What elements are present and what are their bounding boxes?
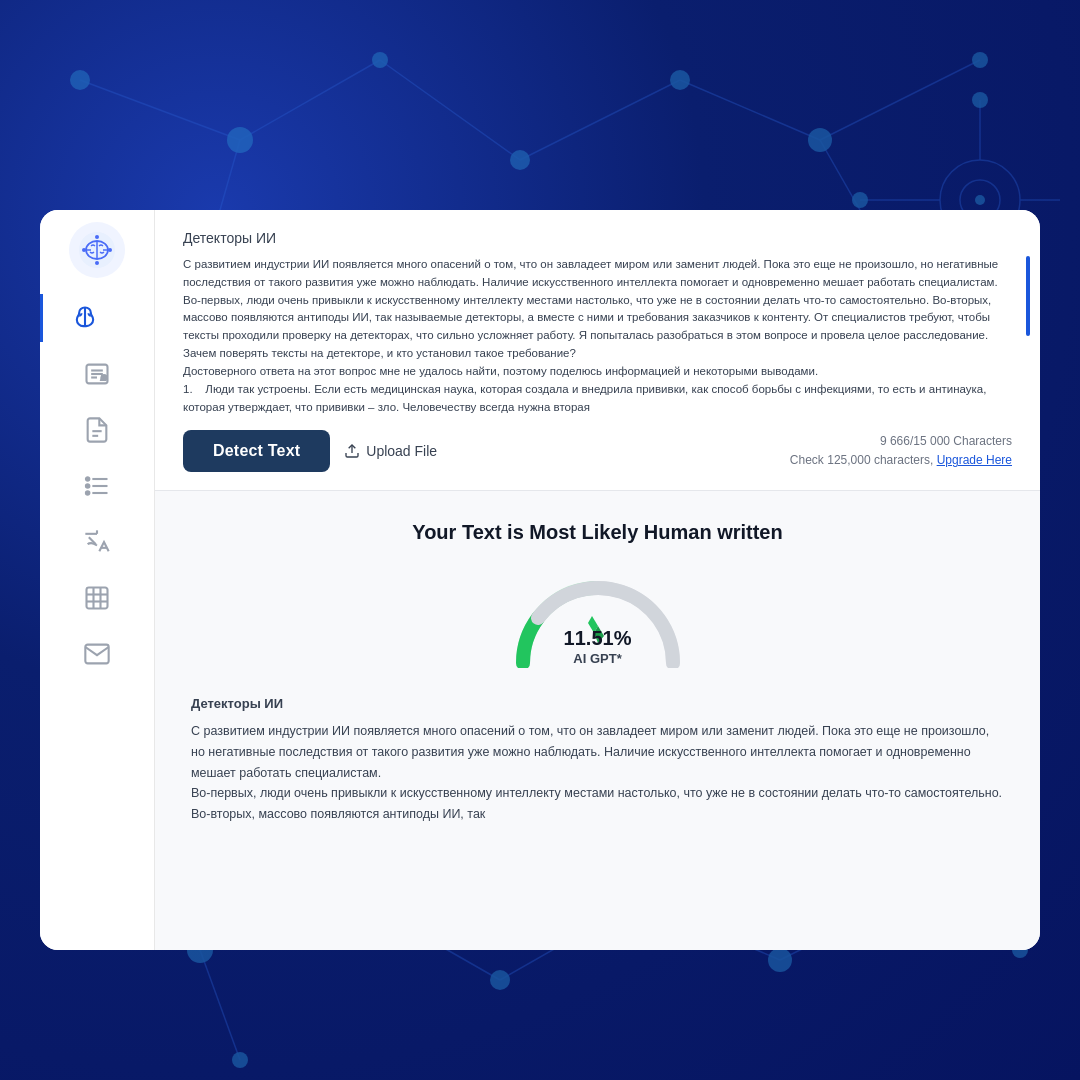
sidebar-item-email[interactable] [67, 630, 127, 678]
doc-text-content: С развитием индустрии ИИ появляется мног… [191, 721, 1004, 824]
input-text-display[interactable]: С развитием индустрии ИИ появляется мног… [183, 256, 1012, 416]
svg-point-49 [972, 92, 988, 108]
sidebar-item-brain[interactable] [40, 294, 154, 342]
detect-text-button[interactable]: Detect Text [183, 430, 330, 472]
sidebar-item-table[interactable] [67, 574, 127, 622]
upload-file-button[interactable]: Upload File [344, 443, 437, 459]
svg-point-46 [232, 1052, 248, 1068]
upgrade-link[interactable]: Upgrade Here [937, 453, 1012, 467]
svg-line-8 [820, 60, 980, 140]
sidebar: AI [40, 210, 155, 950]
svg-point-27 [372, 52, 388, 68]
svg-point-26 [227, 127, 253, 153]
char-count: 9 666/15 000 Characters [790, 432, 1012, 451]
main-card: AI [40, 210, 1040, 950]
gauge-percentage: 11.51% [564, 625, 632, 651]
svg-line-0 [80, 80, 240, 140]
svg-point-48 [852, 192, 868, 208]
svg-rect-75 [87, 588, 108, 609]
result-title: Your Text is Most Likely Human written [191, 521, 1004, 544]
svg-point-33 [808, 128, 832, 152]
gauge-wrapper: 11.51% AI GPT* [508, 568, 688, 668]
char-info: 9 666/15 000 Characters Check 125,000 ch… [790, 432, 1012, 470]
svg-point-43 [768, 948, 792, 972]
sidebar-item-document[interactable] [67, 406, 127, 454]
sidebar-item-translate[interactable] [67, 518, 127, 566]
input-title: Детекторы ИИ [183, 230, 1012, 246]
sidebar-item-list[interactable] [67, 462, 127, 510]
results-panel: Your Text is Most Likely Human written [155, 491, 1040, 950]
scrollbar[interactable] [1026, 256, 1030, 336]
gauge-container: 11.51% AI GPT* [191, 568, 1004, 668]
action-bar: Detect Text Upload File 9 666/15 000 Cha… [183, 430, 1012, 472]
svg-point-34 [972, 52, 988, 68]
svg-point-25 [70, 70, 90, 90]
sidebar-item-text-ai[interactable]: AI [67, 350, 127, 398]
svg-line-15 [200, 950, 240, 1060]
content-area: Детекторы ИИ С развитием индустрии ИИ по… [155, 210, 1040, 950]
svg-text:AI: AI [101, 376, 106, 381]
upload-label: Upload File [366, 443, 437, 459]
svg-line-1 [240, 60, 380, 140]
svg-point-32 [670, 70, 690, 90]
input-panel: Детекторы ИИ С развитием индустрии ИИ по… [155, 210, 1040, 491]
app-logo[interactable] [69, 222, 125, 278]
text-area-wrapper: С развитием индустрии ИИ появляется мног… [183, 256, 1012, 416]
svg-point-57 [82, 248, 86, 252]
gauge-info: 11.51% AI GPT* [564, 625, 632, 668]
svg-point-72 [86, 484, 90, 488]
gauge-ai-label: AI GPT* [564, 651, 632, 668]
svg-line-7 [680, 80, 820, 140]
doc-section-title: Детекторы ИИ [191, 696, 1004, 711]
upload-icon [344, 443, 360, 459]
svg-point-73 [86, 491, 90, 495]
svg-point-41 [490, 970, 510, 990]
svg-point-28 [510, 150, 530, 170]
svg-line-6 [520, 80, 680, 160]
svg-point-55 [95, 235, 99, 239]
svg-point-56 [95, 261, 99, 265]
svg-point-71 [86, 477, 90, 481]
upgrade-info: Check 125,000 characters, Upgrade Here [790, 451, 1012, 470]
svg-point-58 [108, 248, 112, 252]
doc-section: Детекторы ИИ С развитием индустрии ИИ по… [191, 696, 1004, 824]
button-group: Detect Text Upload File [183, 430, 437, 472]
svg-line-2 [380, 60, 520, 160]
svg-point-47 [975, 195, 985, 205]
